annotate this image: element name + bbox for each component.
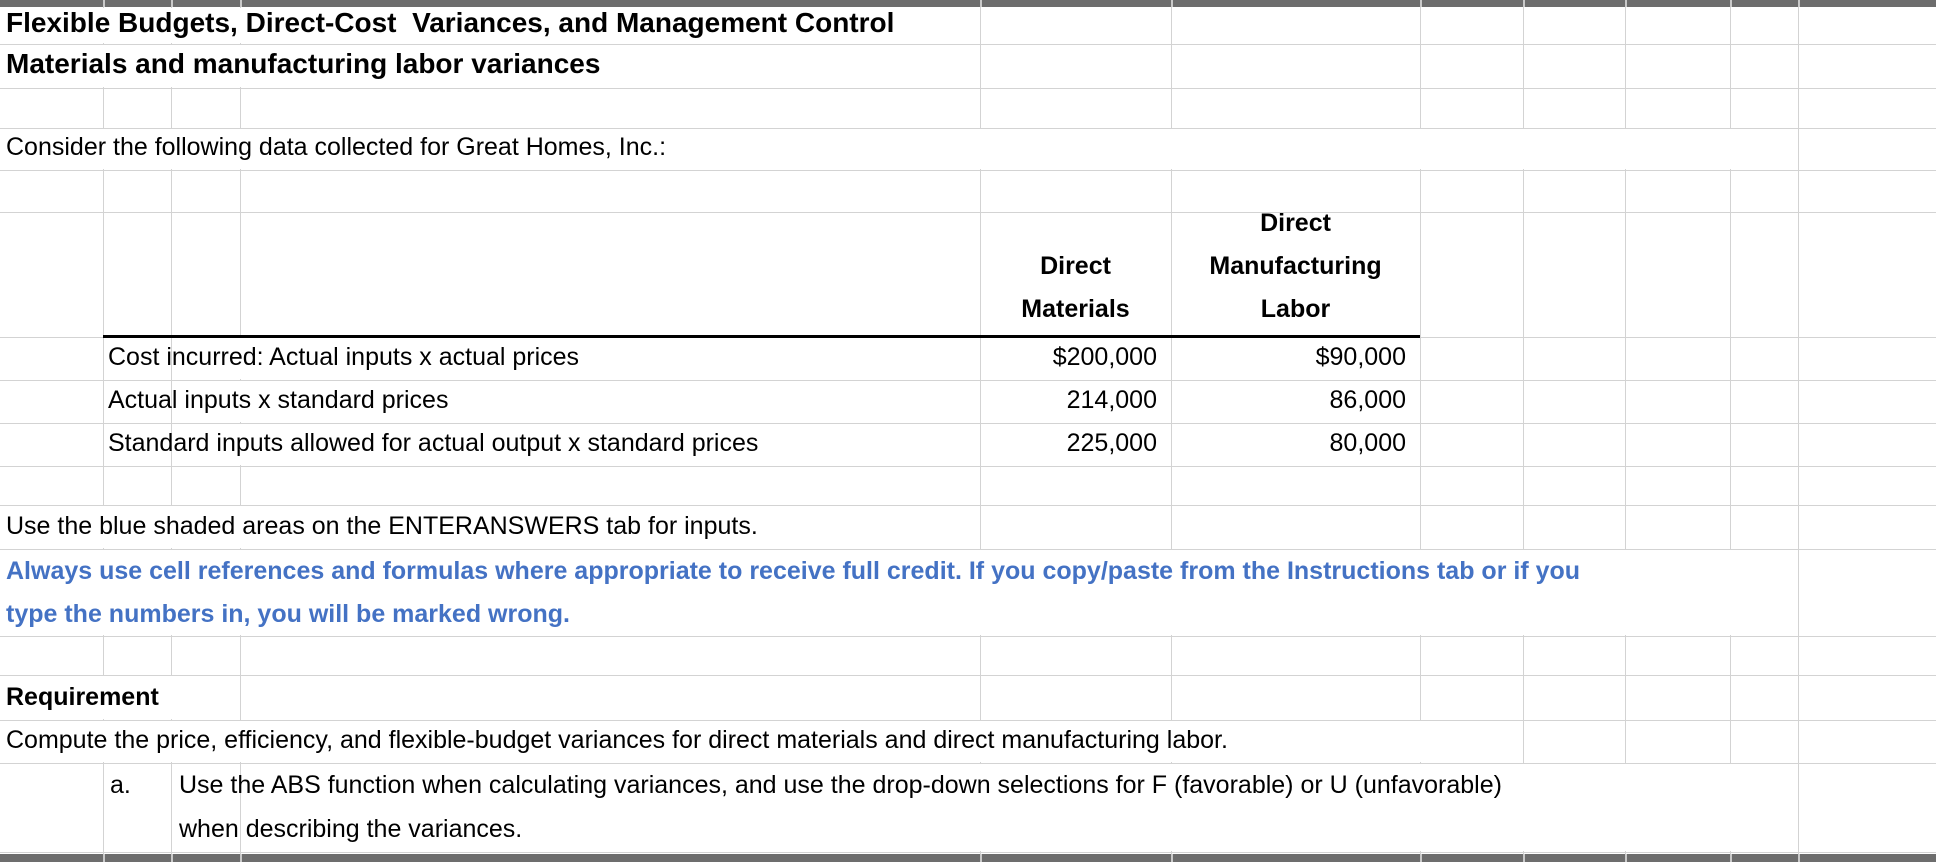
sheet-subtitle: Materials and manufacturing labor varian…: [6, 47, 601, 79]
cell-direct-labor-cost-incurred[interactable]: $90,000: [1171, 337, 1420, 380]
spreadsheet-view: Flexible Budgets, Direct-Cost Variances,…: [0, 0, 1936, 862]
cell-direct-labor-standard-allowed[interactable]: 80,000: [1171, 423, 1420, 466]
gridline-horizontal: [0, 675, 1936, 676]
table-row-label: Standard inputs allowed for actual outpu…: [108, 429, 759, 458]
pane-divider-tick: [240, 854, 242, 862]
requirement-item-a-line2: when describing the variances.: [179, 815, 523, 844]
cell-direct-materials-standard-allowed[interactable]: 225,000: [980, 423, 1171, 466]
pane-divider-tick: [1798, 854, 1800, 862]
column-header-line: Direct: [1040, 252, 1111, 280]
pane-divider-tick: [1523, 0, 1525, 7]
cell-direct-materials-cost-incurred[interactable]: $200,000: [980, 337, 1171, 380]
requirement-heading: Requirement: [6, 683, 159, 712]
gridline-horizontal: [0, 466, 1936, 467]
column-header-direct-materials: Direct Materials: [980, 212, 1171, 337]
requirement-item-a-label: a.: [110, 771, 131, 800]
pane-divider-tick: [1420, 0, 1422, 7]
pane-divider-tick: [1171, 0, 1173, 7]
column-header-line: Manufacturing: [1209, 252, 1382, 280]
pane-divider-tick: [1730, 0, 1732, 7]
requirement-item-a-line1: Use the ABS function when calculating va…: [179, 771, 1502, 800]
cell-direct-materials-actual-standard[interactable]: 214,000: [980, 380, 1171, 423]
pane-divider-tick: [980, 0, 982, 7]
column-header-direct-manufacturing-labor: Direct Manufacturing Labor: [1171, 209, 1420, 337]
gridline-horizontal: [0, 88, 1936, 89]
pane-divider-tick: [980, 854, 982, 862]
gridline-horizontal: [0, 170, 1936, 171]
gridline-horizontal: [0, 852, 1936, 853]
pane-divider-tick: [1420, 854, 1422, 862]
pane-divider-tick: [103, 854, 105, 862]
inputs-note: Use the blue shaded areas on the ENTERAN…: [6, 512, 758, 541]
column-header-line: Direct: [1260, 209, 1331, 237]
bottom-pane-divider: [0, 854, 1936, 862]
gridline-horizontal: [0, 212, 1936, 213]
column-header-line: Materials: [1021, 295, 1130, 323]
pane-divider-tick: [1523, 854, 1525, 862]
pane-divider-tick: [1625, 0, 1627, 7]
pane-divider-tick: [171, 854, 173, 862]
table-row-label: Actual inputs x standard prices: [108, 386, 449, 415]
warning-text-line2: type the numbers in, you will be marked …: [6, 600, 570, 629]
pane-divider-tick: [1798, 0, 1800, 7]
gridline-vertical: [1798, 7, 1799, 854]
pane-divider-tick: [1730, 854, 1732, 862]
cell-direct-labor-actual-standard[interactable]: 86,000: [1171, 380, 1420, 423]
gridline-horizontal: [0, 636, 1936, 637]
pane-divider-tick: [1171, 854, 1173, 862]
table-row-label: Cost incurred: Actual inputs x actual pr…: [108, 343, 580, 372]
column-header-line: Labor: [1260, 295, 1331, 323]
warning-text-line1: Always use cell references and formulas …: [6, 557, 1581, 586]
sheet-title: Flexible Budgets, Direct-Cost Variances,…: [6, 6, 895, 38]
intro-text: Consider the following data collected fo…: [6, 133, 667, 162]
requirement-body: Compute the price, efficiency, and flexi…: [6, 726, 1228, 755]
pane-divider-tick: [1625, 854, 1627, 862]
